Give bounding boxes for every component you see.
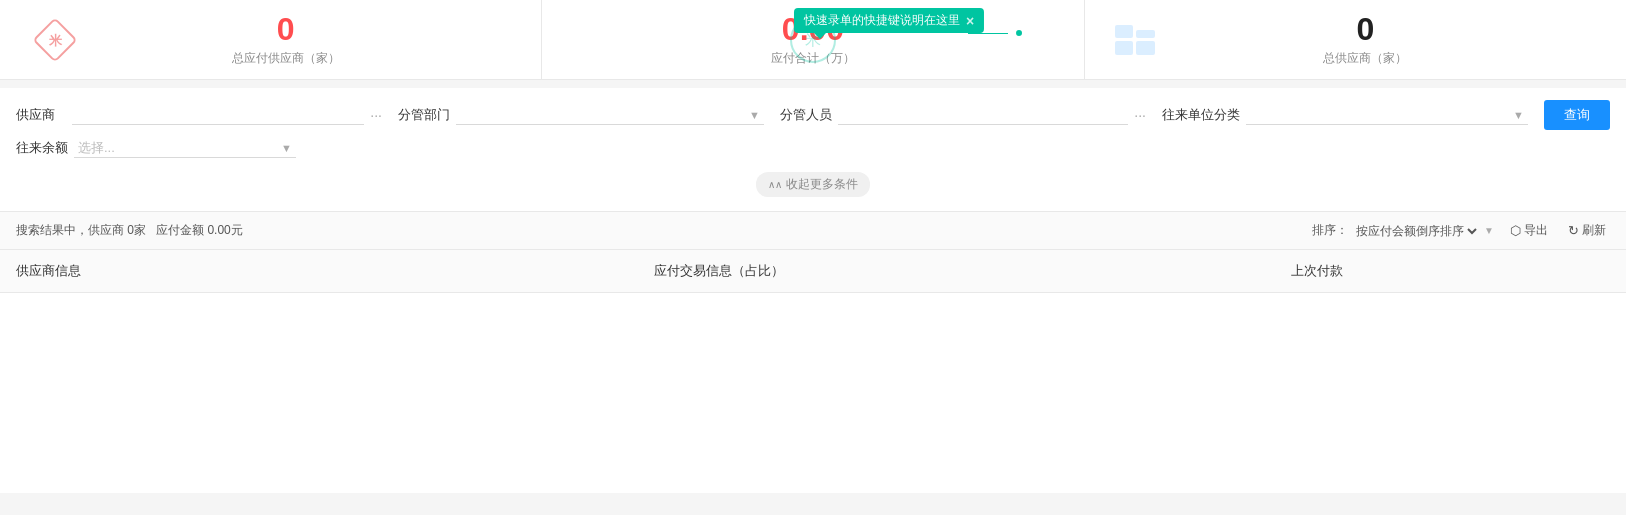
result-amount: 0.00元	[207, 223, 242, 237]
department-filter-label: 分管部门	[398, 106, 450, 124]
shortcut-tooltip: 快速录单的快捷键说明在这里 ×	[794, 8, 984, 33]
table-body	[0, 293, 1626, 493]
collapse-row: ∧∧ 收起更多条件	[16, 166, 1610, 205]
department-filter: 分管部门 ▼	[398, 105, 764, 125]
filter-row-1: 供应商 ··· 分管部门 ▼ 分管人员 ··· 往来单位分类	[16, 100, 1610, 130]
balance-caret-icon: ▼	[277, 142, 296, 154]
table-col-last-payment-header: 上次付款	[1291, 262, 1610, 280]
total-suppliers-value: 0	[1356, 12, 1374, 47]
payable-total-stat: 米 0.00 应付合计（万） 快速录单的快捷键说明在这里 ×	[542, 0, 1084, 79]
supplier-filter-label: 供应商	[16, 106, 66, 124]
unit-category-filter: 往来单位分类 ▼	[1162, 105, 1528, 125]
person-input[interactable]	[838, 105, 1128, 124]
person-filter: 分管人员 ···	[780, 105, 1146, 125]
table-col-supplier-header: 供应商信息	[16, 262, 654, 280]
unit-category-caret-icon: ▼	[1509, 109, 1528, 121]
export-button[interactable]: ⬡ 导出	[1506, 220, 1552, 241]
department-caret-icon: ▼	[745, 109, 764, 121]
result-summary: 搜索结果中，供应商 0家 应付金额 0.00元	[16, 222, 243, 239]
total-suppliers-label: 总供应商（家）	[1323, 50, 1407, 67]
filter-row-2: 往来余额 ▼	[16, 138, 1610, 158]
balance-input[interactable]	[74, 138, 277, 157]
unit-category-input-wrapper: ▼	[1246, 105, 1528, 125]
person-input-wrapper	[838, 105, 1128, 125]
balance-input-wrapper: ▼	[74, 138, 296, 158]
department-input-wrapper: ▼	[456, 105, 764, 125]
total-payable-suppliers-value: 0	[277, 12, 295, 47]
export-icon: ⬡	[1510, 223, 1521, 238]
result-suppliers-text: 搜索结果中，供应商 0家 应付金额 0.00元	[16, 222, 243, 239]
result-amount-prefix: 应付金额	[156, 223, 204, 237]
balance-filter: 往来余额 ▼	[16, 138, 296, 158]
refresh-button[interactable]: ↻ 刷新	[1564, 220, 1610, 241]
collapse-up-icon: ∧∧	[768, 179, 782, 190]
refresh-icon: ↻	[1568, 223, 1579, 238]
result-bar: 搜索结果中，供应商 0家 应付金额 0.00元 排序： 按应付会额倒序排序 ▼ …	[0, 212, 1626, 250]
total-payable-suppliers-stat: 米 0 总应付供应商（家）	[0, 0, 542, 79]
unit-category-label: 往来单位分类	[1162, 106, 1240, 124]
balance-filter-label: 往来余额	[16, 139, 68, 157]
sort-prefix: 排序：	[1312, 222, 1348, 239]
tooltip-close-button[interactable]: ×	[966, 13, 974, 29]
collapse-button-label: 收起更多条件	[786, 176, 858, 193]
person-filter-label: 分管人员	[780, 106, 832, 124]
person-more-button[interactable]: ···	[1134, 107, 1146, 123]
supplier-filter: 供应商 ···	[16, 105, 382, 125]
diamond-logo-icon: 米	[30, 15, 80, 65]
result-count: 0家	[127, 223, 146, 237]
result-actions: 排序： 按应付会额倒序排序 ▼ ⬡ 导出 ↻ 刷新	[1312, 220, 1610, 241]
supplier-more-button[interactable]: ···	[370, 107, 382, 123]
table-container: 供应商信息 应付交易信息（占比） 上次付款	[0, 250, 1626, 493]
sort-select[interactable]: 按应付会额倒序排序	[1352, 223, 1480, 239]
result-search-prefix: 搜索结果中，供应商	[16, 223, 124, 237]
filter-bar: 供应商 ··· 分管部门 ▼ 分管人员 ··· 往来单位分类	[0, 88, 1626, 212]
tooltip-text: 快速录单的快捷键说明在这里	[804, 12, 960, 29]
department-input[interactable]	[456, 105, 745, 124]
collapse-button[interactable]: ∧∧ 收起更多条件	[756, 172, 870, 197]
query-button[interactable]: 查询	[1544, 100, 1610, 130]
total-suppliers-stat: 0 总供应商（家）	[1085, 0, 1626, 79]
export-label: 导出	[1524, 222, 1548, 239]
sort-wrapper: 排序： 按应付会额倒序排序 ▼	[1312, 222, 1494, 239]
refresh-label: 刷新	[1582, 222, 1606, 239]
supplier-input-wrapper	[72, 105, 364, 125]
supplier-input[interactable]	[72, 105, 364, 124]
svg-text:米: 米	[48, 33, 63, 48]
tooltip-dot-indicator	[1014, 28, 1024, 38]
table-col-transaction-header: 应付交易信息（占比）	[654, 262, 1292, 280]
sort-caret-icon: ▼	[1484, 225, 1494, 236]
unit-category-input[interactable]	[1246, 105, 1509, 124]
total-payable-suppliers-label: 总应付供应商（家）	[232, 50, 340, 67]
table-header: 供应商信息 应付交易信息（占比） 上次付款	[0, 250, 1626, 293]
